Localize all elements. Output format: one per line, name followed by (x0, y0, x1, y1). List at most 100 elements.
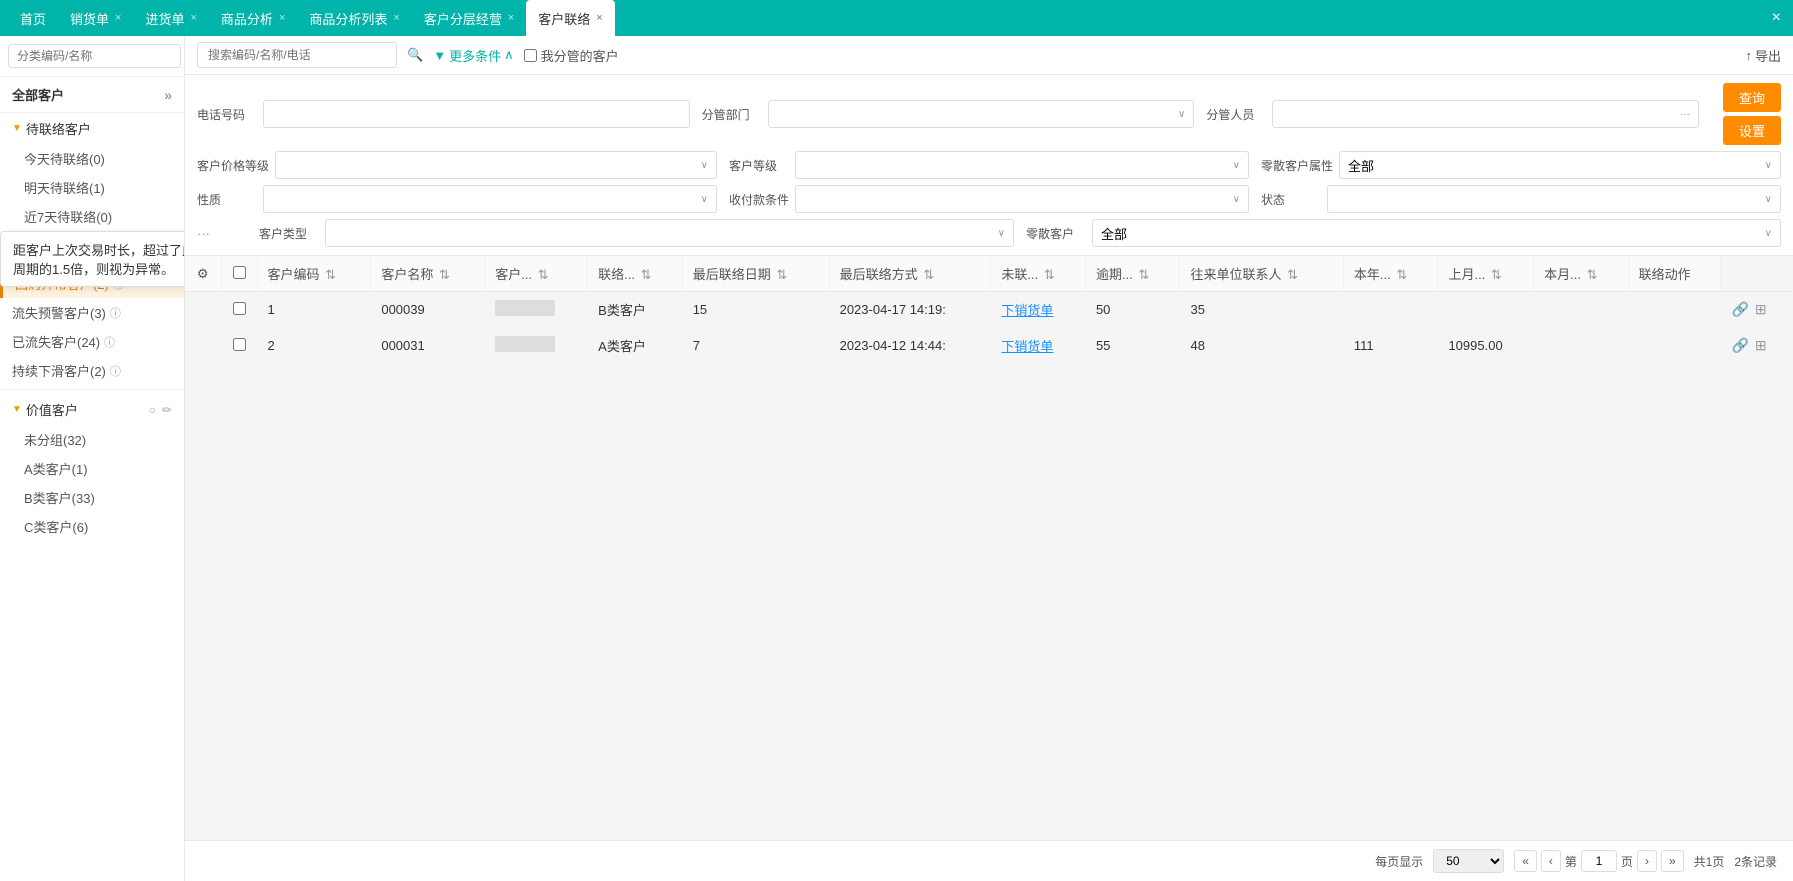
nav-close-purchase[interactable]: × (190, 12, 196, 24)
row2-checkbox[interactable] (233, 338, 246, 351)
export-button[interactable]: ↑ 导出 (1745, 46, 1781, 65)
sort-type-icon[interactable]: ⇅ (538, 267, 549, 282)
sidebar-item-ungrouped[interactable]: 未分组(32) (0, 425, 184, 454)
nav-close-sales[interactable]: × (115, 12, 121, 24)
info-icon-churned[interactable]: ⓘ (104, 334, 115, 350)
sidebar-item-declining[interactable]: 持续下滑客户(2) ⓘ (0, 356, 184, 385)
row1-settings-cell (185, 292, 221, 328)
page-suffix: 页 (1621, 853, 1633, 870)
nav-item-customer-contact[interactable]: 客户联络 × (526, 0, 614, 36)
export-icon: ↑ (1745, 48, 1752, 63)
row2-link-action-icon[interactable]: 🔗 (1731, 337, 1748, 354)
sort-last-date-icon[interactable]: ⇅ (776, 267, 787, 282)
sidebar-content: ▼ 待联络客户 今天待联络(0) 明天待联络(1) 近7天待联络(0) 逾期未联… (0, 113, 184, 881)
nav-item-customer-mgmt[interactable]: 客户分层经营 × (412, 0, 526, 36)
row1-num-cell: 1 (257, 292, 371, 328)
col-overdue: 逾期... ⇅ (1085, 256, 1180, 292)
filter-more-expand-button[interactable]: ··· (197, 226, 247, 241)
nav-item-purchase[interactable]: 进货单 × (133, 0, 208, 36)
sidebar-item-class-b-label: B类客户(33) (24, 488, 95, 507)
sort-this-month-icon[interactable]: ⇅ (1587, 267, 1598, 282)
sort-contact-person-icon[interactable]: ⇅ (1287, 267, 1298, 282)
row1-grid-action-icon[interactable]: ⊞ (1755, 301, 1767, 318)
sort-code-icon[interactable]: ⇅ (325, 267, 336, 282)
sidebar-item-class-a[interactable]: A类客户(1) (0, 454, 184, 483)
my-customers-checkbox[interactable] (524, 49, 537, 62)
retail-customer-select[interactable]: 全部 ∨ (1092, 219, 1781, 247)
sort-overdue-icon[interactable]: ⇅ (1138, 267, 1149, 282)
row1-link-action-icon[interactable]: 🔗 (1731, 301, 1748, 318)
filter-search-input[interactable] (197, 42, 397, 68)
nav-close-analysis-list[interactable]: × (393, 12, 399, 24)
page-number-input[interactable] (1581, 850, 1617, 872)
sidebar-all-customers-header[interactable]: 全部客户 » (0, 77, 184, 113)
my-customers-checkbox-label[interactable]: 我分管的客户 (524, 46, 619, 65)
sidebar-item-7days[interactable]: 近7天待联络(0) (0, 202, 184, 231)
row1-checkbox[interactable] (233, 302, 246, 315)
person-filter-select[interactable]: ··· (1272, 100, 1699, 128)
nav-close-analysis[interactable]: × (279, 12, 285, 24)
nav-item-analysis-list[interactable]: 商品分析列表 × (297, 0, 411, 36)
sidebar-item-class-c[interactable]: C类客户(6) (0, 512, 184, 541)
filter-search-button[interactable]: 🔍 (407, 47, 423, 63)
payment-select[interactable]: ∨ (795, 185, 1249, 213)
query-button[interactable]: 查询 (1723, 83, 1781, 112)
select-all-checkbox[interactable] (233, 266, 246, 279)
dept-filter-select[interactable]: ∨ (768, 100, 1195, 128)
sidebar-item-churned[interactable]: 已流失客户(24) ⓘ (0, 327, 184, 356)
col-settings[interactable]: ⚙ (185, 256, 221, 292)
sidebar-item-churn-warning[interactable]: 流失预警客户(3) ⓘ (0, 298, 184, 327)
col-contact-person-label: 往来单位联系人 (1190, 267, 1281, 282)
sidebar-item-class-b[interactable]: B类客户(33) (0, 483, 184, 512)
customer-type-select[interactable]: ∨ (325, 219, 1014, 247)
info-icon-churn-warning[interactable]: ⓘ (110, 305, 121, 321)
row2-last-method-link[interactable]: 下销货单 (1001, 339, 1053, 354)
nav-close-customer-contact[interactable]: × (596, 12, 602, 24)
status-select[interactable]: ∨ (1327, 185, 1781, 213)
info-icon-declining[interactable]: ⓘ (110, 363, 121, 379)
nav-item-sales[interactable]: 销货单 × (58, 0, 133, 36)
sidebar-group-title-pending[interactable]: ▼ 待联络客户 (0, 113, 184, 144)
customer-level-select[interactable]: ∨ (795, 151, 1249, 179)
sidebar-collapse-button[interactable]: » (164, 87, 172, 103)
row1-last-method-link[interactable]: 下销货单 (1001, 303, 1053, 318)
value-section-circle-icon[interactable]: ○ (149, 403, 156, 417)
sort-year-amount-icon[interactable]: ⇅ (1396, 267, 1407, 282)
row2-grid-action-icon[interactable]: ⊞ (1755, 337, 1767, 354)
nav-item-home[interactable]: 首页 (8, 0, 58, 36)
per-page-select[interactable]: 50 100 200 (1433, 849, 1504, 873)
row2-last-month-cell (1534, 328, 1629, 364)
sort-uncontacted-icon[interactable]: ⇅ (1044, 267, 1055, 282)
pagination-controls: « ‹ 第 页 › » (1514, 850, 1683, 872)
sidebar-item-today[interactable]: 今天待联络(0) (0, 144, 184, 173)
nav-close-customer-mgmt[interactable]: × (508, 12, 514, 24)
next-page-button[interactable]: › (1637, 850, 1657, 872)
sidebar-item-tomorrow[interactable]: 明天待联络(1) (0, 173, 184, 202)
tooltip-text: 距客户上次交易时长，超过了此客户的平均交易周期的1.5倍，则视为异常。 (13, 243, 185, 277)
sort-last-method-icon[interactable]: ⇅ (923, 267, 934, 282)
sidebar-item-churned-label: 已流失客户(24) (12, 332, 100, 351)
nature-select[interactable]: ∨ (263, 185, 717, 213)
page-label: 第 (1565, 853, 1577, 870)
retail-attr-select[interactable]: 全部 ∨ (1339, 151, 1781, 179)
sort-last-month-icon[interactable]: ⇅ (1491, 267, 1502, 282)
value-section-edit-icon[interactable]: ✏ (162, 403, 172, 417)
last-page-button[interactable]: » (1661, 850, 1684, 872)
sidebar-value-section[interactable]: ▼ 价值客户 ○ ✏ (0, 394, 184, 425)
sidebar-search-input[interactable] (8, 44, 181, 68)
row1-overdue-cell: 35 (1180, 292, 1343, 328)
prev-page-button[interactable]: ‹ (1541, 850, 1561, 872)
price-level-select[interactable]: ∨ (275, 151, 717, 179)
close-all-tabs-button[interactable]: × (1772, 9, 1781, 27)
filter-row-3: 性质 ∨ 收付款条件 ∨ 状态 (197, 185, 1781, 213)
settings-button[interactable]: 设置 (1723, 116, 1781, 145)
nav-item-analysis[interactable]: 商品分析 × (209, 0, 297, 36)
row2-num-cell: 2 (257, 328, 371, 364)
first-page-button[interactable]: « (1514, 850, 1537, 872)
payment-label: 收付款条件 (729, 191, 789, 208)
phone-filter-input[interactable] (263, 100, 690, 128)
sort-contact-count-icon[interactable]: ⇅ (641, 267, 652, 282)
filter-group-retail-customer: 零散客户 全部 ∨ (1026, 219, 1781, 247)
more-filters-button[interactable]: ▼ 更多条件 ∧ (433, 46, 513, 65)
sort-name-icon[interactable]: ⇅ (439, 267, 450, 282)
